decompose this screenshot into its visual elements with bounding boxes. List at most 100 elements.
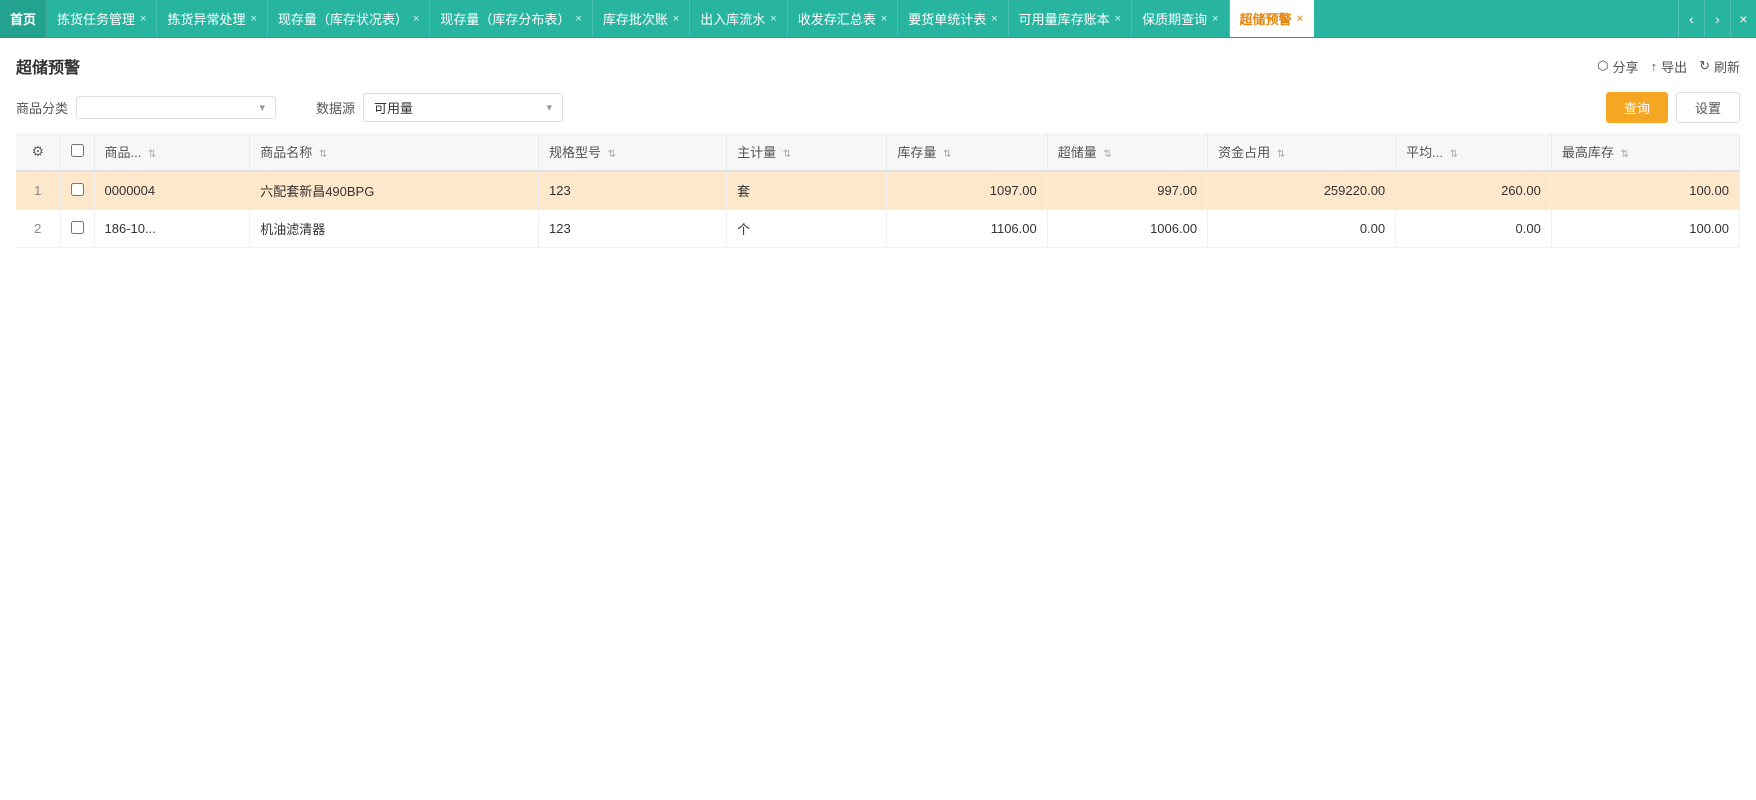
- sort-product-code-icon[interactable]: ⇅: [148, 149, 156, 160]
- nav-avail-book[interactable]: 可用量库存账本 ×: [1009, 0, 1132, 38]
- row-capital: 0.00: [1208, 210, 1396, 248]
- refresh-button[interactable]: ↻ 刷新: [1699, 57, 1740, 76]
- row-index-cell: 1: [16, 171, 60, 210]
- export-icon: ↑: [1651, 59, 1658, 74]
- th-product-code: 商品... ⇅: [94, 133, 250, 171]
- th-unit: 主计量 ⇅: [727, 133, 887, 171]
- th-overstock: 超储量 ⇅: [1047, 133, 1207, 171]
- sort-overstock-icon[interactable]: ⇅: [1103, 149, 1111, 160]
- row-checkbox[interactable]: [71, 183, 84, 196]
- nav-arrow-next[interactable]: ›: [1704, 0, 1730, 38]
- nav-stock-status-close[interactable]: ×: [413, 13, 419, 25]
- th-settings[interactable]: ⚙: [16, 133, 60, 171]
- nav-home-label: 首页: [10, 9, 36, 28]
- main-content: 超储预警 ⬡ 分享 ↑ 导出 ↻ 刷新 商品分类 ▾ 数据源: [0, 38, 1756, 800]
- th-overstock-label: 超储量: [1058, 145, 1097, 160]
- query-button[interactable]: 查询: [1606, 92, 1668, 123]
- nav-exception[interactable]: 拣货异常处理 ×: [157, 0, 267, 38]
- datasource-value: 可用量: [374, 98, 413, 117]
- nav-inout-flow[interactable]: 出入库流水 ×: [690, 0, 787, 38]
- th-stock: 库存量 ⇅: [887, 133, 1047, 171]
- sort-capital-icon[interactable]: ⇅: [1277, 149, 1285, 160]
- sort-unit-icon[interactable]: ⇅: [783, 149, 791, 160]
- th-avg-label: 平均...: [1406, 145, 1443, 160]
- table-header-row: ⚙ 商品... ⇅ 商品名称 ⇅ 规格型号 ⇅ 主计量: [16, 133, 1740, 171]
- nav-stock-dist-close[interactable]: ×: [575, 13, 581, 25]
- row-product-code: 186-10...: [94, 210, 250, 248]
- th-spec: 规格型号 ⇅: [538, 133, 726, 171]
- nav-inout-label: 出入库流水: [700, 9, 765, 28]
- nav-batch-close[interactable]: ×: [673, 13, 679, 25]
- datasource-chevron-icon: ▾: [547, 101, 553, 114]
- nav-avail-book-close[interactable]: ×: [1115, 13, 1121, 25]
- table-row: 2 186-10... 机油滤清器 123 个 1106.00 1006.00 …: [16, 210, 1740, 248]
- nav-shelf-life-close[interactable]: ×: [1212, 13, 1218, 25]
- row-spec: 123: [538, 171, 726, 210]
- row-number: 2: [34, 221, 41, 236]
- top-nav: 首页 拣货任务管理 × 拣货异常处理 × 现存量（库存状况表） × 现存量（库存…: [0, 0, 1756, 38]
- th-product-name-label: 商品名称: [260, 145, 312, 160]
- nav-summary-close[interactable]: ×: [881, 13, 887, 25]
- settings-col-icon[interactable]: ⚙: [31, 143, 44, 159]
- nav-task-mgmt-label: 拣货任务管理: [57, 9, 135, 28]
- title-actions: ⬡ 分享 ↑ 导出 ↻ 刷新: [1597, 57, 1740, 76]
- table-row: 1 0000004 六配套新昌490BPG 123 套 1097.00 997.…: [16, 171, 1740, 210]
- nav-batch-account[interactable]: 库存批次账 ×: [593, 0, 690, 38]
- datasource-select[interactable]: 可用量 ▾: [363, 93, 563, 122]
- nav-stock-status-label: 现存量（库存状况表）: [278, 9, 408, 28]
- row-number: 1: [34, 183, 41, 198]
- nav-arrow-prev[interactable]: ‹: [1678, 0, 1704, 38]
- nav-overstock[interactable]: 超储预警 ×: [1230, 0, 1314, 38]
- row-avg: 0.00: [1396, 210, 1552, 248]
- row-checkbox[interactable]: [71, 221, 84, 234]
- nav-summary-label: 收发存汇总表: [798, 9, 876, 28]
- nav-stock-dist[interactable]: 现存量（库存分布表） ×: [430, 0, 592, 38]
- nav-inout-close[interactable]: ×: [770, 13, 776, 25]
- nav-overstock-close[interactable]: ×: [1297, 13, 1303, 25]
- th-stock-label: 库存量: [897, 145, 936, 160]
- nav-exception-label: 拣货异常处理: [167, 9, 245, 28]
- filter-category: 商品分类 ▾: [16, 96, 276, 119]
- nav-shelf-life[interactable]: 保质期查询 ×: [1132, 0, 1229, 38]
- nav-avail-book-label: 可用量库存账本: [1019, 9, 1110, 28]
- page-title-row: 超储预警 ⬡ 分享 ↑ 导出 ↻ 刷新: [16, 54, 1740, 78]
- nav-order-stats-close[interactable]: ×: [991, 13, 997, 25]
- category-label: 商品分类: [16, 98, 68, 117]
- sort-stock-icon[interactable]: ⇅: [943, 149, 951, 160]
- nav-exception-close[interactable]: ×: [250, 13, 256, 25]
- refresh-label: 刷新: [1714, 57, 1740, 76]
- row-stock: 1106.00: [887, 210, 1047, 248]
- sort-max-stock-icon[interactable]: ⇅: [1620, 149, 1628, 160]
- nav-task-mgmt-close[interactable]: ×: [140, 13, 146, 25]
- nav-home[interactable]: 首页: [0, 0, 47, 38]
- row-unit: 套: [727, 171, 887, 210]
- th-unit-label: 主计量: [737, 145, 776, 160]
- share-button[interactable]: ⬡ 分享: [1597, 57, 1638, 76]
- nav-arrow-group: ‹ › ×: [1678, 0, 1756, 38]
- row-overstock: 997.00: [1047, 171, 1207, 210]
- settings-button[interactable]: 设置: [1676, 92, 1740, 123]
- row-spec: 123: [538, 210, 726, 248]
- data-table: ⚙ 商品... ⇅ 商品名称 ⇅ 规格型号 ⇅ 主计量: [16, 133, 1740, 248]
- nav-shelf-life-label: 保质期查询: [1142, 9, 1207, 28]
- sort-product-name-icon[interactable]: ⇅: [319, 149, 327, 160]
- th-capital: 资金占用 ⇅: [1208, 133, 1396, 171]
- nav-order-stats[interactable]: 要货单统计表 ×: [898, 0, 1008, 38]
- sort-spec-icon[interactable]: ⇅: [608, 149, 616, 160]
- nav-summary[interactable]: 收发存汇总表 ×: [788, 0, 898, 38]
- filter-row: 商品分类 ▾ 数据源 可用量 ▾ 查询 设置: [16, 92, 1740, 123]
- sort-avg-icon[interactable]: ⇅: [1450, 149, 1458, 160]
- nav-task-mgmt[interactable]: 拣货任务管理 ×: [47, 0, 157, 38]
- filter-actions: 查询 设置: [1606, 92, 1740, 123]
- th-max-stock: 最高库存 ⇅: [1551, 133, 1739, 171]
- th-product-code-label: 商品...: [105, 145, 142, 160]
- export-button[interactable]: ↑ 导出: [1651, 57, 1688, 76]
- th-capital-label: 资金占用: [1218, 145, 1270, 160]
- row-max-stock: 100.00: [1551, 210, 1739, 248]
- select-all-checkbox[interactable]: [71, 144, 84, 157]
- nav-stock-status[interactable]: 现存量（库存状况表） ×: [268, 0, 430, 38]
- category-select[interactable]: ▾: [76, 96, 276, 119]
- row-avg: 260.00: [1396, 171, 1552, 210]
- nav-arrow-more[interactable]: ×: [1730, 0, 1756, 38]
- row-product-code: 0000004: [94, 171, 250, 210]
